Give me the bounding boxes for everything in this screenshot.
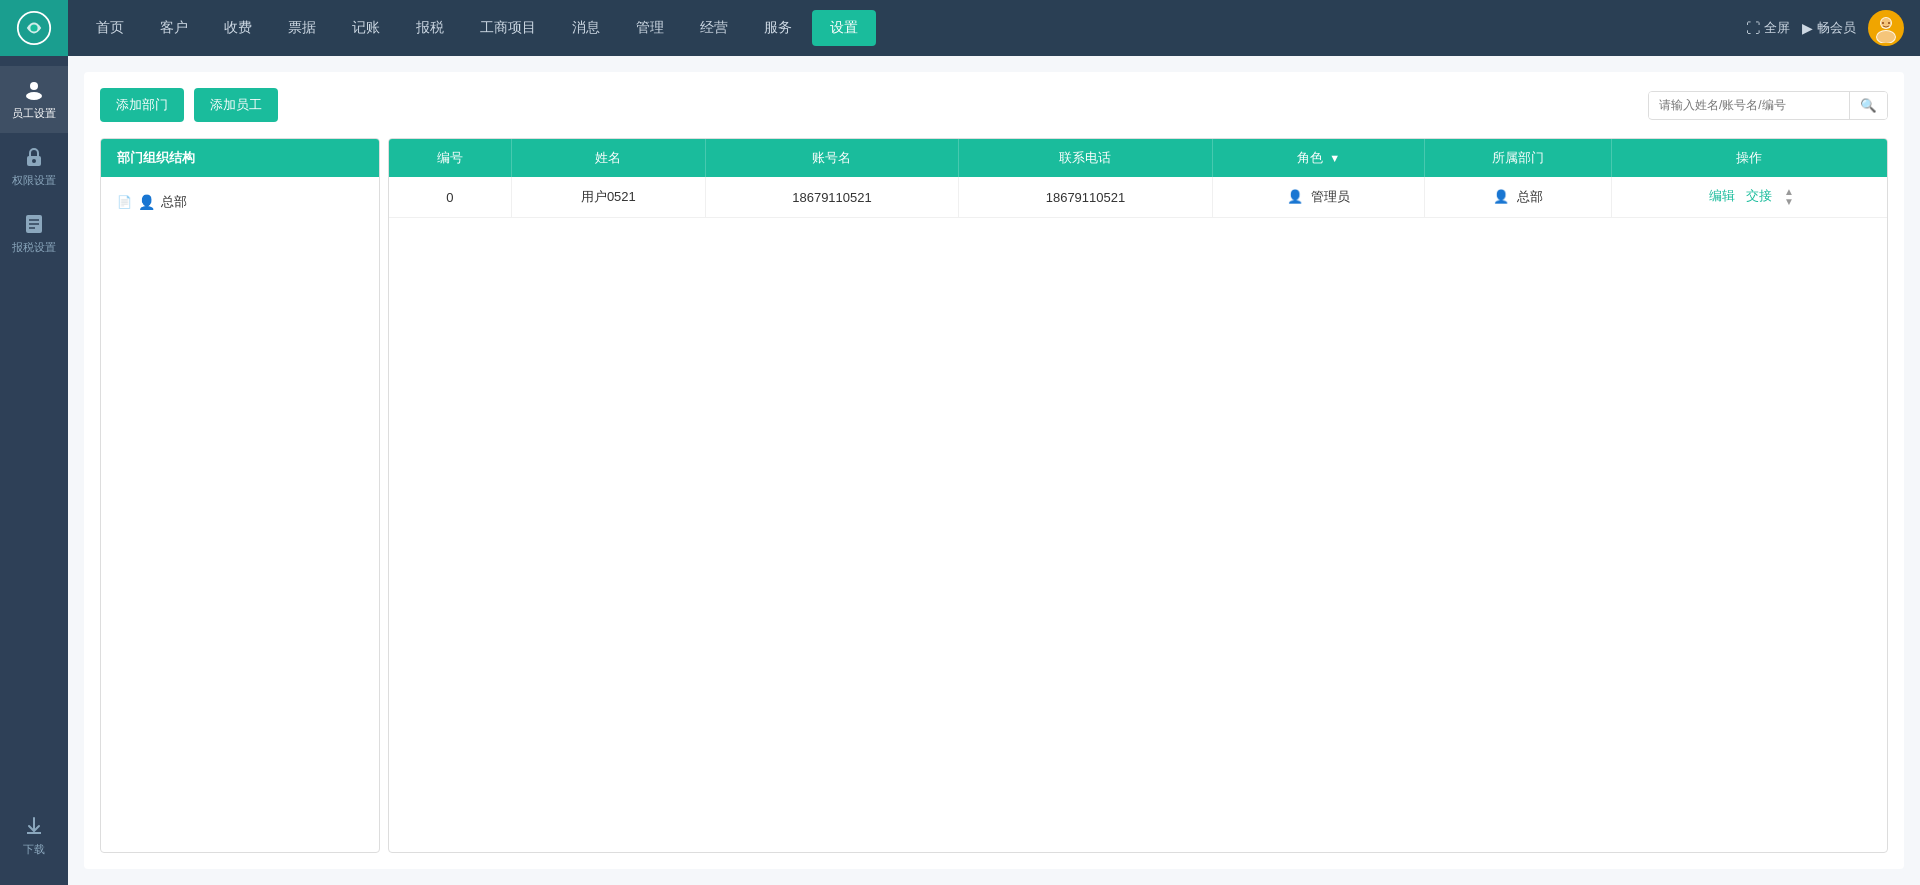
employee-icon	[22, 78, 46, 102]
add-dept-button[interactable]: 添加部门	[100, 88, 184, 122]
svg-point-1	[30, 24, 37, 31]
table-row: 0 用户0521 18679110521 18679110521 👤 管理员 👤	[389, 177, 1887, 218]
cell-role: 👤 管理员	[1212, 177, 1424, 218]
vip-label: 畅会员	[1817, 19, 1856, 37]
search-icon: 🔍	[1860, 98, 1877, 113]
tree-body: 📄 👤 总部	[101, 177, 379, 227]
table-container: 部门组织结构 📄 👤 总部 编号	[100, 138, 1888, 853]
nav-item-invoice[interactable]: 票据	[270, 0, 334, 56]
search-button[interactable]: 🔍	[1849, 92, 1887, 119]
sidebar-item-tax-settings[interactable]: 报税设置	[0, 200, 68, 267]
svg-point-11	[32, 159, 36, 163]
sidebar-label-tax-settings: 报税设置	[12, 240, 56, 255]
nav-item-message[interactable]: 消息	[554, 0, 618, 56]
logo-icon	[16, 10, 52, 46]
dept-icon: 👤	[138, 194, 155, 210]
fullscreen-btn[interactable]: ⛶ 全屏	[1746, 19, 1790, 37]
search-area: 🔍	[1648, 91, 1888, 120]
vip-btn[interactable]: ▶ 畅会员	[1802, 19, 1856, 37]
fullscreen-label: 全屏	[1764, 19, 1790, 37]
sidebar-label-employee: 员工设置	[12, 106, 56, 121]
employee-table: 编号 姓名 账号名 联系电话 角色 ▼ 所属部门 操作	[389, 139, 1887, 218]
col-header-phone: 联系电话	[959, 139, 1212, 177]
sidebar-label-permission: 权限设置	[12, 173, 56, 188]
filter-icon[interactable]: ▼	[1329, 152, 1340, 164]
col-header-action: 操作	[1611, 139, 1887, 177]
nav-item-billing[interactable]: 收费	[206, 0, 270, 56]
nav-item-home[interactable]: 首页	[78, 0, 142, 56]
nav-item-customer[interactable]: 客户	[142, 0, 206, 56]
tree-header: 部门组织结构	[101, 139, 379, 177]
sidebar-item-download[interactable]: 下载	[0, 802, 68, 869]
table-header-row: 编号 姓名 账号名 联系电话 角色 ▼ 所属部门 操作	[389, 139, 1887, 177]
tree-item-label: 总部	[161, 193, 187, 211]
edit-action[interactable]: 编辑	[1709, 188, 1735, 203]
file-icon: 📄	[117, 195, 132, 209]
nav-item-business[interactable]: 工商项目	[462, 0, 554, 56]
tree-panel: 部门组织结构 📄 👤 总部	[100, 138, 380, 853]
nav-item-tax[interactable]: 报税	[398, 0, 462, 56]
cell-id: 0	[389, 177, 511, 218]
transfer-action[interactable]: 交接	[1746, 188, 1772, 203]
content-inner: 添加部门 添加员工 🔍 部门组织结构 📄 👤	[84, 72, 1904, 869]
fullscreen-icon: ⛶	[1746, 20, 1760, 36]
search-input[interactable]	[1649, 92, 1849, 118]
sidebar-bottom: 下载	[0, 802, 68, 869]
col-header-dept: 所属部门	[1425, 139, 1612, 177]
cell-account: 18679110521	[705, 177, 958, 218]
toolbar: 添加部门 添加员工 🔍	[100, 88, 1888, 122]
svg-point-8	[30, 82, 38, 90]
tax-settings-icon	[22, 212, 46, 236]
svg-point-6	[1882, 22, 1884, 24]
tree-item-root[interactable]: 📄 👤 总部	[113, 187, 367, 217]
nav-item-accounting[interactable]: 记账	[334, 0, 398, 56]
main-layout: 员工设置 权限设置 报税设置	[0, 56, 1920, 885]
left-sidebar: 员工设置 权限设置 报税设置	[0, 56, 68, 885]
avatar[interactable]	[1868, 10, 1904, 46]
add-employee-button[interactable]: 添加员工	[194, 88, 278, 122]
role-user-icon: 👤	[1287, 189, 1303, 204]
col-header-name: 姓名	[511, 139, 705, 177]
sidebar-label-download: 下载	[23, 842, 45, 857]
scroll-controls-inline: ▲ ▼	[1784, 187, 1794, 207]
content-area: 添加部门 添加员工 🔍 部门组织结构 📄 👤	[68, 56, 1920, 885]
col-header-account: 账号名	[705, 139, 958, 177]
avatar-icon	[1871, 13, 1901, 43]
download-icon	[22, 814, 46, 838]
svg-point-5	[1877, 31, 1895, 43]
cell-phone: 18679110521	[959, 177, 1212, 218]
top-navigation: 首页 客户 收费 票据 记账 报税 工商项目 消息 管理 经营 服务 设置 ⛶ …	[0, 0, 1920, 56]
vip-icon: ▶	[1802, 20, 1813, 36]
data-table-wrap: 编号 姓名 账号名 联系电话 角色 ▼ 所属部门 操作	[388, 138, 1888, 853]
cell-name: 用户0521	[511, 177, 705, 218]
nav-right: ⛶ 全屏 ▶ 畅会员	[1746, 10, 1920, 46]
sidebar-item-employee[interactable]: 员工设置	[0, 66, 68, 133]
nav-item-service[interactable]: 服务	[746, 0, 810, 56]
col-header-role: 角色 ▼	[1212, 139, 1424, 177]
nav-item-manage[interactable]: 管理	[618, 0, 682, 56]
dept-user-icon: 👤	[1493, 189, 1509, 204]
cell-dept: 👤 总部	[1425, 177, 1612, 218]
nav-menu: 首页 客户 收费 票据 记账 报税 工商项目 消息 管理 经营 服务 设置	[68, 0, 1746, 56]
permission-icon	[22, 145, 46, 169]
svg-point-7	[1888, 22, 1890, 24]
nav-item-settings[interactable]: 设置	[812, 10, 876, 46]
scroll-down-btn[interactable]: ▼	[1784, 197, 1794, 207]
logo	[0, 0, 68, 56]
cell-actions: 编辑 交接 ▲ ▼	[1611, 177, 1887, 218]
sidebar-item-permission[interactable]: 权限设置	[0, 133, 68, 200]
svg-point-9	[26, 92, 42, 100]
nav-item-operation[interactable]: 经营	[682, 0, 746, 56]
col-header-id: 编号	[389, 139, 511, 177]
